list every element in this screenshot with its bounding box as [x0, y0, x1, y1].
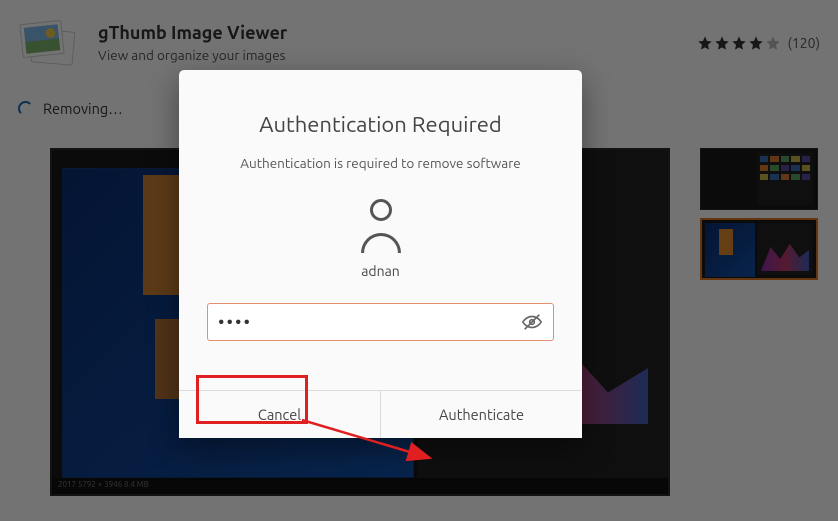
dialog-title: Authentication Required — [207, 112, 554, 137]
cancel-button[interactable]: Cancel — [179, 391, 380, 438]
password-field-wrapper — [207, 303, 554, 341]
password-input[interactable] — [218, 312, 521, 332]
username-label: adnan — [207, 263, 554, 279]
user-icon — [358, 199, 404, 253]
auth-dialog: Authentication Required Authentication i… — [179, 70, 582, 438]
authenticate-button[interactable]: Authenticate — [380, 391, 582, 438]
dialog-subtitle: Authentication is required to remove sof… — [207, 155, 554, 171]
dialog-buttons: Cancel Authenticate — [179, 390, 582, 438]
reveal-password-icon[interactable] — [521, 311, 543, 333]
